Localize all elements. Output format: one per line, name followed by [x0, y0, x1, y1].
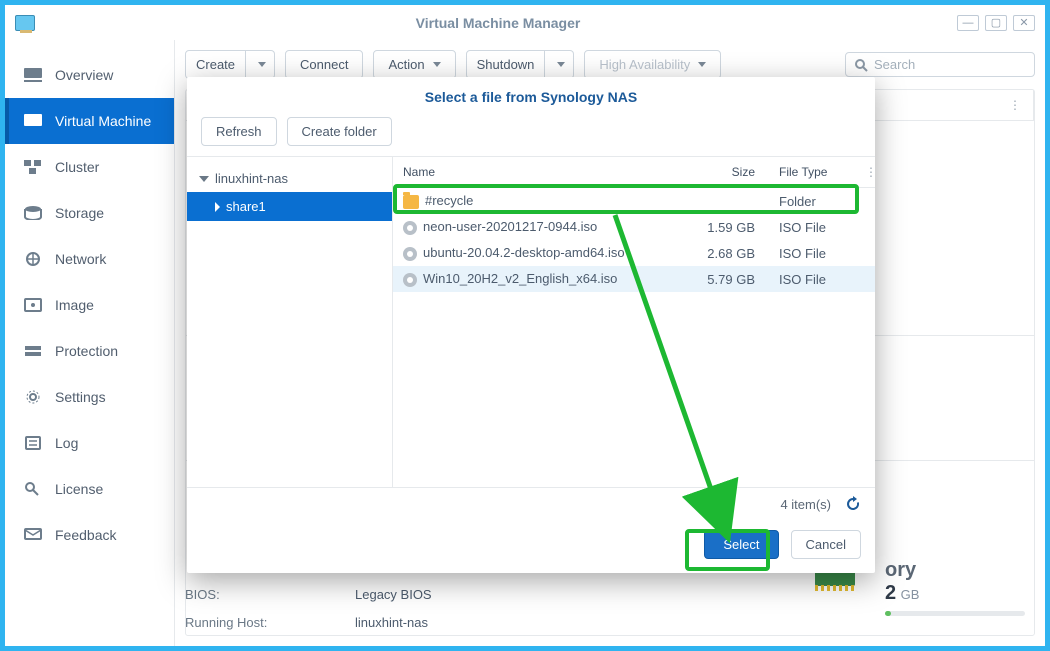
file-name: ubuntu-20.04.2-desktop-amd64.iso: [423, 245, 625, 260]
file-row[interactable]: #recycle Folder: [393, 188, 875, 214]
cancel-button[interactable]: Cancel: [791, 530, 861, 559]
file-size: 2.68 GB: [689, 246, 769, 261]
disc-icon: [403, 221, 417, 235]
col-name-header[interactable]: Name: [393, 157, 689, 187]
refresh-icon[interactable]: [845, 496, 861, 512]
file-list: Name Size File Type ⋮ #recycle Folder ne…: [393, 157, 875, 487]
high-availability-button[interactable]: High Availability: [584, 50, 721, 79]
sidebar-item-label: Protection: [55, 343, 118, 359]
action-button[interactable]: Action: [373, 50, 455, 79]
app-icon: [15, 15, 35, 31]
running-host-label: Running Host:: [185, 615, 355, 630]
running-host-value: linuxhint-nas: [355, 615, 428, 630]
search-icon: [854, 58, 868, 72]
item-count: 4 item(s): [780, 497, 831, 512]
file-name: #recycle: [425, 193, 473, 208]
file-type: ISO File: [769, 272, 855, 287]
col-type-header[interactable]: File Type: [769, 157, 855, 187]
file-row[interactable]: neon-user-20201217-0944.iso 1.59 GB ISO …: [393, 214, 875, 240]
sidebar-item-label: Log: [55, 435, 78, 451]
create-folder-button[interactable]: Create folder: [287, 117, 392, 146]
sidebar-item-label: Network: [55, 251, 106, 267]
connect-button[interactable]: Connect: [285, 50, 363, 79]
file-size: 5.79 GB: [689, 272, 769, 287]
file-select-dialog: Select a file from Synology NAS Refresh …: [187, 77, 875, 573]
sidebar-item-image[interactable]: Image: [5, 282, 174, 328]
folder-icon: [403, 195, 419, 209]
shutdown-button[interactable]: Shutdown: [466, 50, 546, 79]
disc-icon: [403, 273, 417, 287]
search-input[interactable]: Search: [845, 52, 1035, 77]
memory-label: ory: [885, 559, 916, 581]
sidebar-item-license[interactable]: License: [5, 466, 174, 512]
tree-root-label: linuxhint-nas: [215, 171, 288, 186]
close-button[interactable]: ✕: [1013, 15, 1035, 31]
tree-root-node[interactable]: linuxhint-nas: [187, 165, 392, 192]
shutdown-dropdown[interactable]: [545, 50, 574, 79]
sidebar-item-network[interactable]: Network: [5, 236, 174, 282]
col-size-header[interactable]: Size: [689, 157, 769, 187]
sidebar-item-storage[interactable]: Storage: [5, 190, 174, 236]
file-type: ISO File: [769, 246, 855, 261]
sidebar-item-overview[interactable]: Overview: [5, 52, 174, 98]
sidebar-item-virtual-machine[interactable]: Virtual Machine: [5, 98, 174, 144]
sidebar-item-log[interactable]: Log: [5, 420, 174, 466]
sidebar-item-label: Overview: [55, 67, 113, 83]
folder-tree: linuxhint-nas share1: [187, 157, 393, 487]
col-menu-icon[interactable]: ⋮: [855, 157, 875, 187]
title-bar: Virtual Machine Manager — ▢ ✕: [5, 5, 1045, 40]
file-type: Folder: [769, 194, 855, 209]
tree-child-node[interactable]: share1: [187, 192, 392, 221]
file-name: neon-user-20201217-0944.iso: [423, 219, 597, 234]
sidebar-item-label: Storage: [55, 205, 104, 221]
select-button[interactable]: Select: [704, 530, 778, 559]
file-type: ISO File: [769, 220, 855, 235]
sidebar-item-protection[interactable]: Protection: [5, 328, 174, 374]
file-row-selected[interactable]: Win10_20H2_v2_English_x64.iso 5.79 GB IS…: [393, 266, 875, 292]
file-row[interactable]: ubuntu-20.04.2-desktop-amd64.iso 2.68 GB…: [393, 240, 875, 266]
sidebar-item-settings[interactable]: Settings: [5, 374, 174, 420]
minimize-button[interactable]: —: [957, 15, 979, 31]
sidebar-item-label: Settings: [55, 389, 106, 405]
create-dropdown[interactable]: [246, 50, 275, 79]
bios-label: BIOS:: [185, 587, 355, 602]
sidebar-item-label: Feedback: [55, 527, 116, 543]
sidebar: Overview Virtual Machine Cluster Storage…: [5, 40, 175, 646]
sidebar-item-feedback[interactable]: Feedback: [5, 512, 174, 558]
sidebar-item-cluster[interactable]: Cluster: [5, 144, 174, 190]
window-title: Virtual Machine Manager: [45, 15, 951, 31]
sidebar-item-label: Virtual Machine: [55, 113, 151, 129]
create-button[interactable]: Create: [185, 50, 246, 79]
file-size: 1.59 GB: [689, 220, 769, 235]
search-placeholder: Search: [874, 57, 915, 72]
refresh-button[interactable]: Refresh: [201, 117, 277, 146]
sidebar-item-label: Image: [55, 297, 94, 313]
disc-icon: [403, 247, 417, 261]
column-menu-icon[interactable]: ⋮: [1009, 98, 1021, 112]
sidebar-item-label: Cluster: [55, 159, 99, 175]
details-panel: BIOS:Legacy BIOS Running Host:linuxhint-…: [185, 580, 1035, 636]
maximize-button[interactable]: ▢: [985, 15, 1007, 31]
dialog-title: Select a file from Synology NAS: [187, 77, 875, 113]
file-name: Win10_20H2_v2_English_x64.iso: [423, 271, 617, 286]
main-toolbar: Create Connect Action Shutdown High Avai…: [185, 50, 1035, 79]
tree-child-label: share1: [226, 199, 266, 214]
bios-value: Legacy BIOS: [355, 587, 432, 602]
sidebar-item-label: License: [55, 481, 103, 497]
